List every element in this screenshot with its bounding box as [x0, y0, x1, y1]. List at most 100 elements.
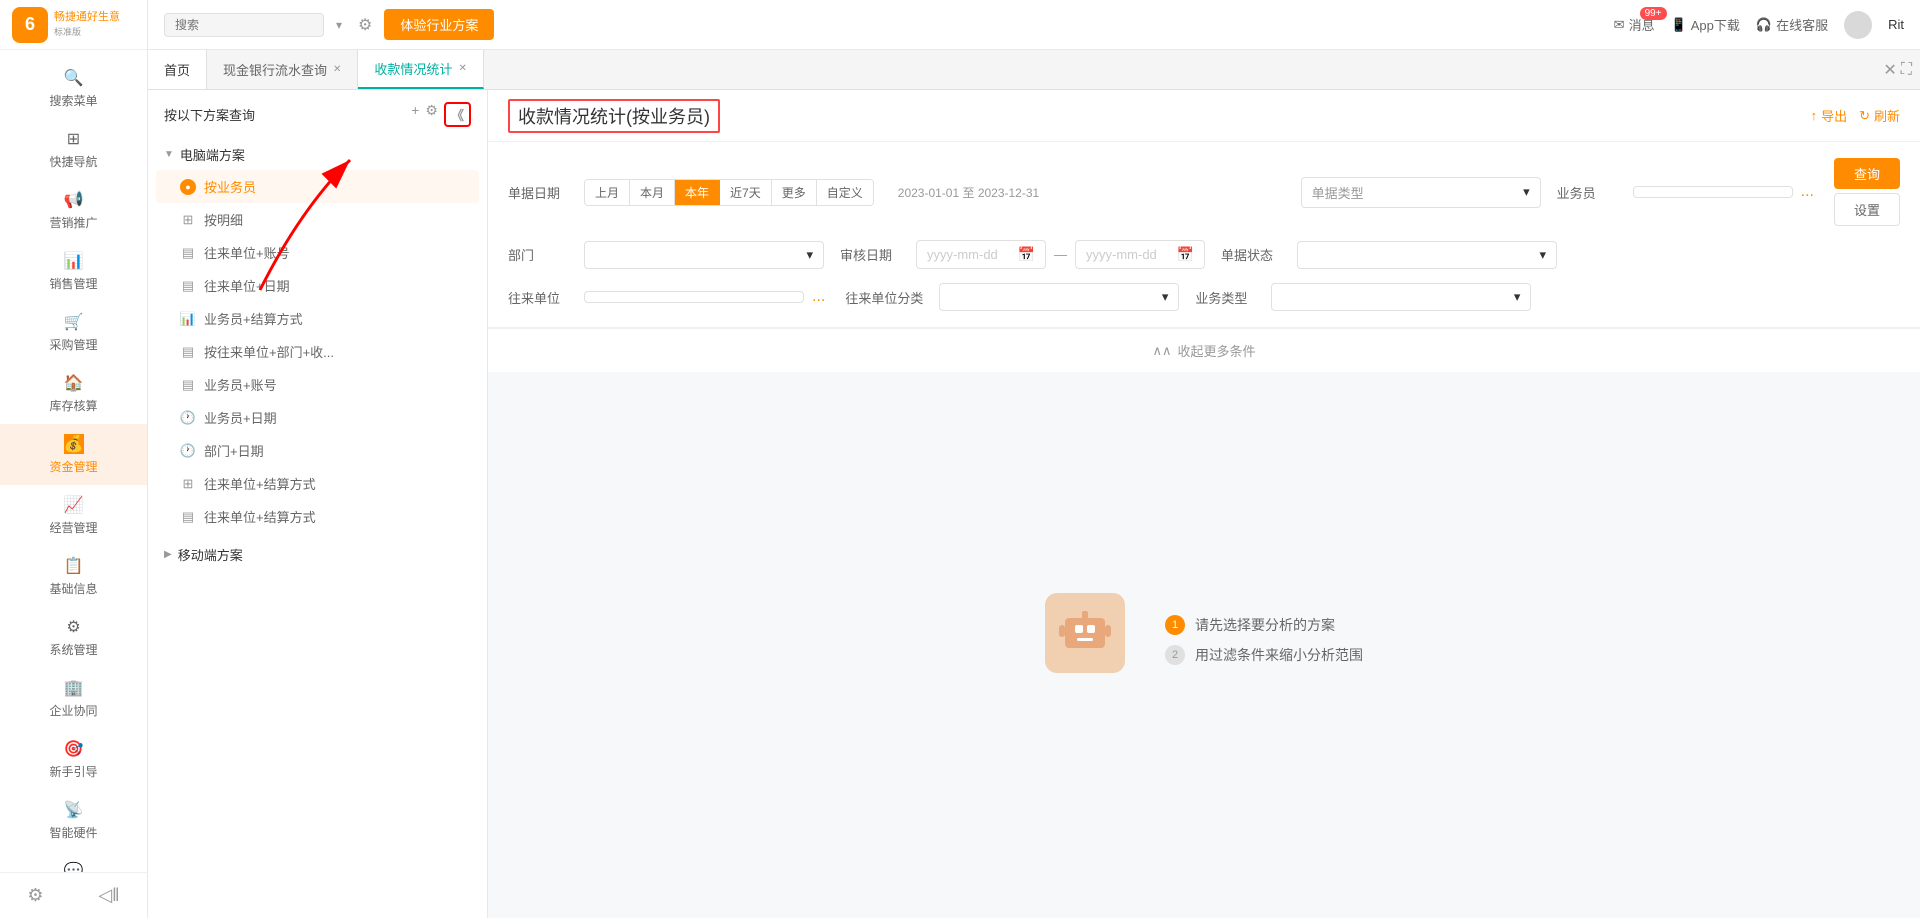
sidebar-item-basic[interactable]: 📋 基础信息 — [0, 546, 147, 607]
calendar-icon-end[interactable]: 📅 — [1177, 246, 1194, 263]
plan-item-salesperson-payment[interactable]: 📊 业务员+结算方式 — [156, 302, 479, 335]
cart-icon: 🛒 — [64, 312, 84, 332]
main-area: ▾ ⚙ 体验行业方案 ✉ 消息 99+ 📱 App下载 🎧 在线客服 Rit 首… — [148, 0, 1920, 918]
review-date-label: 审核日期 — [840, 245, 900, 264]
sidebar-item-system[interactable]: ⚙ 系统管理 — [0, 607, 147, 668]
desktop-section-title[interactable]: ▼ 电脑端方案 — [156, 139, 479, 170]
sidebar-item-operations[interactable]: 📈 经营管理 — [0, 485, 147, 546]
partner-category-select[interactable]: ▾ — [939, 283, 1179, 311]
plan-item-partner-payment2[interactable]: ▤ 往来单位+结算方式 — [156, 500, 479, 533]
tab-collection-stats-close[interactable]: ✕ — [458, 63, 466, 74]
refresh-button[interactable]: ↻ 刷新 — [1859, 106, 1900, 125]
plan-item-dept-date[interactable]: 🕐 部门+日期 — [156, 434, 479, 467]
plan-item-partner-payment1[interactable]: ⊞ 往来单位+结算方式 — [156, 467, 479, 500]
sidebar-item-inventory[interactable]: 🏠 库存核算 — [0, 363, 147, 424]
collapse-bar[interactable]: ∧∧ 收起更多条件 — [488, 328, 1920, 372]
review-date-end-input[interactable]: yyyy-mm-dd 📅 — [1075, 240, 1205, 269]
search-input[interactable] — [164, 13, 324, 37]
bar-icon: 📊 — [180, 311, 196, 327]
sidebar-item-enterprise[interactable]: 🏢 企业协同 — [0, 668, 147, 729]
tab-bank-flow-label: 现金银行流水查询 — [223, 60, 327, 79]
date-tab-last7days[interactable]: 近7天 — [720, 180, 772, 205]
megaphone-icon: 📢 — [64, 190, 84, 210]
query-button[interactable]: 查询 — [1834, 158, 1900, 189]
calendar-icon-start[interactable]: 📅 — [1018, 246, 1035, 263]
sidebar-item-sales[interactable]: 📊 销售管理 — [0, 241, 147, 302]
collapse-sidebar-icon[interactable]: ◁‖ — [98, 885, 119, 906]
avatar[interactable] — [1844, 11, 1872, 39]
plan-item-label: 部门+日期 — [204, 441, 264, 460]
sidebar-item-quick-nav[interactable]: ⊞ 快捷导航 — [0, 119, 147, 180]
mobile-section-title[interactable]: ▶ 移动端方案 — [156, 539, 479, 570]
topbar-gear-icon[interactable]: ⚙ — [358, 15, 372, 35]
add-plan-icon[interactable]: + — [411, 102, 419, 127]
settings-bottom-icon[interactable]: ⚙ — [27, 885, 43, 906]
date-tabs: 上月 本月 本年 近7天 更多 自定义 — [584, 179, 874, 206]
partner-category-dropdown-icon: ▾ — [1162, 289, 1169, 305]
tab-bank-flow-close[interactable]: ✕ — [333, 64, 341, 75]
sidebar-item-purchase[interactable]: 🛒 采购管理 — [0, 302, 147, 363]
tab-actions: ✕ ⛶ — [1875, 50, 1920, 89]
online-service-button[interactable]: 🎧 在线客服 — [1756, 15, 1828, 34]
export-button[interactable]: ↑ 导出 — [1811, 106, 1848, 125]
user-name: Rit — [1888, 17, 1904, 32]
tab-bank-flow[interactable]: 现金银行流水查询 ✕ — [207, 50, 358, 89]
empty-step-2: 2 用过滤条件来缩小分析范围 — [1165, 645, 1363, 665]
date-tab-more[interactable]: 更多 — [772, 180, 817, 205]
dropdown-arrow-icon[interactable]: ▾ — [336, 18, 342, 32]
sidebar-item-label: 经营管理 — [49, 519, 97, 536]
partner-category-label: 往来单位分类 — [845, 288, 923, 307]
sidebar-item-label: 采购管理 — [49, 336, 97, 353]
salesperson-select[interactable] — [1633, 186, 1793, 198]
partner-select[interactable] — [584, 291, 804, 303]
date-tab-this-month[interactable]: 本月 — [630, 180, 675, 205]
chart-icon: 📊 — [64, 251, 84, 271]
maximize-tab-icon[interactable]: ⛶ — [1901, 61, 1912, 79]
date-tab-prev-month[interactable]: 上月 — [585, 180, 630, 205]
dept-select[interactable]: ▾ — [584, 241, 824, 269]
topbar-right: ✉ 消息 99+ 📱 App下载 🎧 在线客服 Rit — [1614, 11, 1904, 39]
date-tab-custom[interactable]: 自定义 — [817, 180, 873, 205]
app-download-button[interactable]: 📱 App下载 — [1671, 15, 1740, 34]
sidebar-item-finance[interactable]: 💰 资金管理 — [0, 424, 147, 485]
sidebar-item-marketing[interactable]: 📢 营销推广 — [0, 180, 147, 241]
plan-item-by-salesperson[interactable]: ● 按业务员 — [156, 170, 479, 203]
tab-home[interactable]: 首页 — [148, 50, 207, 89]
plan-item-label: 业务员+结算方式 — [204, 309, 303, 328]
salesperson-ellipsis[interactable]: ... — [1801, 183, 1814, 201]
salesperson-label: 业务员 — [1557, 183, 1617, 202]
sidebar-item-hardware[interactable]: 📡 智能硬件 — [0, 790, 147, 851]
date-tab-this-year[interactable]: 本年 — [675, 180, 720, 205]
doc-status-select[interactable]: ▾ — [1297, 241, 1557, 269]
left-panel-title: 按以下方案查询 — [164, 105, 255, 124]
left-panel: 按以下方案查询 + ⚙ 《 ▼ 电脑端方案 ● 按业务员 — [148, 90, 488, 918]
hardware-icon: 📡 — [64, 800, 84, 820]
plan-item-partner-dept-collect[interactable]: ▤ 按往来单位+部门+收... — [156, 335, 479, 368]
tab-collection-stats[interactable]: 收款情况统计 ✕ — [358, 50, 483, 89]
doc-status-dropdown-icon: ▾ — [1539, 247, 1546, 263]
plan-item-partner-date[interactable]: ▤ 往来单位+日期 — [156, 269, 479, 302]
plan-item-salesperson-date[interactable]: 🕐 业务员+日期 — [156, 401, 479, 434]
messages-button[interactable]: ✉ 消息 99+ — [1614, 15, 1655, 34]
sidebar-item-search[interactable]: 🔍 搜索菜单 — [0, 58, 147, 119]
plan-item-partner-account[interactable]: ▤ 往来单位+账号 — [156, 236, 479, 269]
sidebar-item-guide[interactable]: 🎯 新手引导 — [0, 729, 147, 790]
trial-button[interactable]: 体验行业方案 — [384, 9, 494, 40]
close-tab-icon[interactable]: ✕ — [1883, 60, 1896, 80]
plan-settings-icon[interactable]: ⚙ — [425, 102, 438, 127]
desktop-plan-section: ▼ 电脑端方案 ● 按业务员 ⊞ 按明细 ▤ 往来单位+账号 — [148, 139, 487, 533]
collapse-panel-icon[interactable]: 《 — [444, 102, 471, 127]
plan-item-by-detail[interactable]: ⊞ 按明细 — [156, 203, 479, 236]
settings-button[interactable]: 设置 — [1834, 193, 1900, 226]
clock-icon: 🕐 — [180, 410, 196, 426]
empty-state: 1 请先选择要分析的方案 2 用过滤条件来缩小分析范围 — [1045, 593, 1363, 697]
review-date-start-input[interactable]: yyyy-mm-dd 📅 — [916, 240, 1046, 269]
business-type-select[interactable]: ▾ — [1271, 283, 1531, 311]
sidebar-item-wechat[interactable]: 💬 企业微信 — [0, 851, 147, 872]
plan-item-salesperson-account[interactable]: ▤ 业务员+账号 — [156, 368, 479, 401]
clock-icon2: 🕐 — [180, 443, 196, 459]
export-label: 导出 — [1821, 106, 1847, 125]
doc-type-select[interactable]: 单据类型 ▾ — [1301, 177, 1541, 208]
table-icon: ▤ — [180, 245, 196, 261]
partner-ellipsis[interactable]: ... — [812, 288, 825, 306]
